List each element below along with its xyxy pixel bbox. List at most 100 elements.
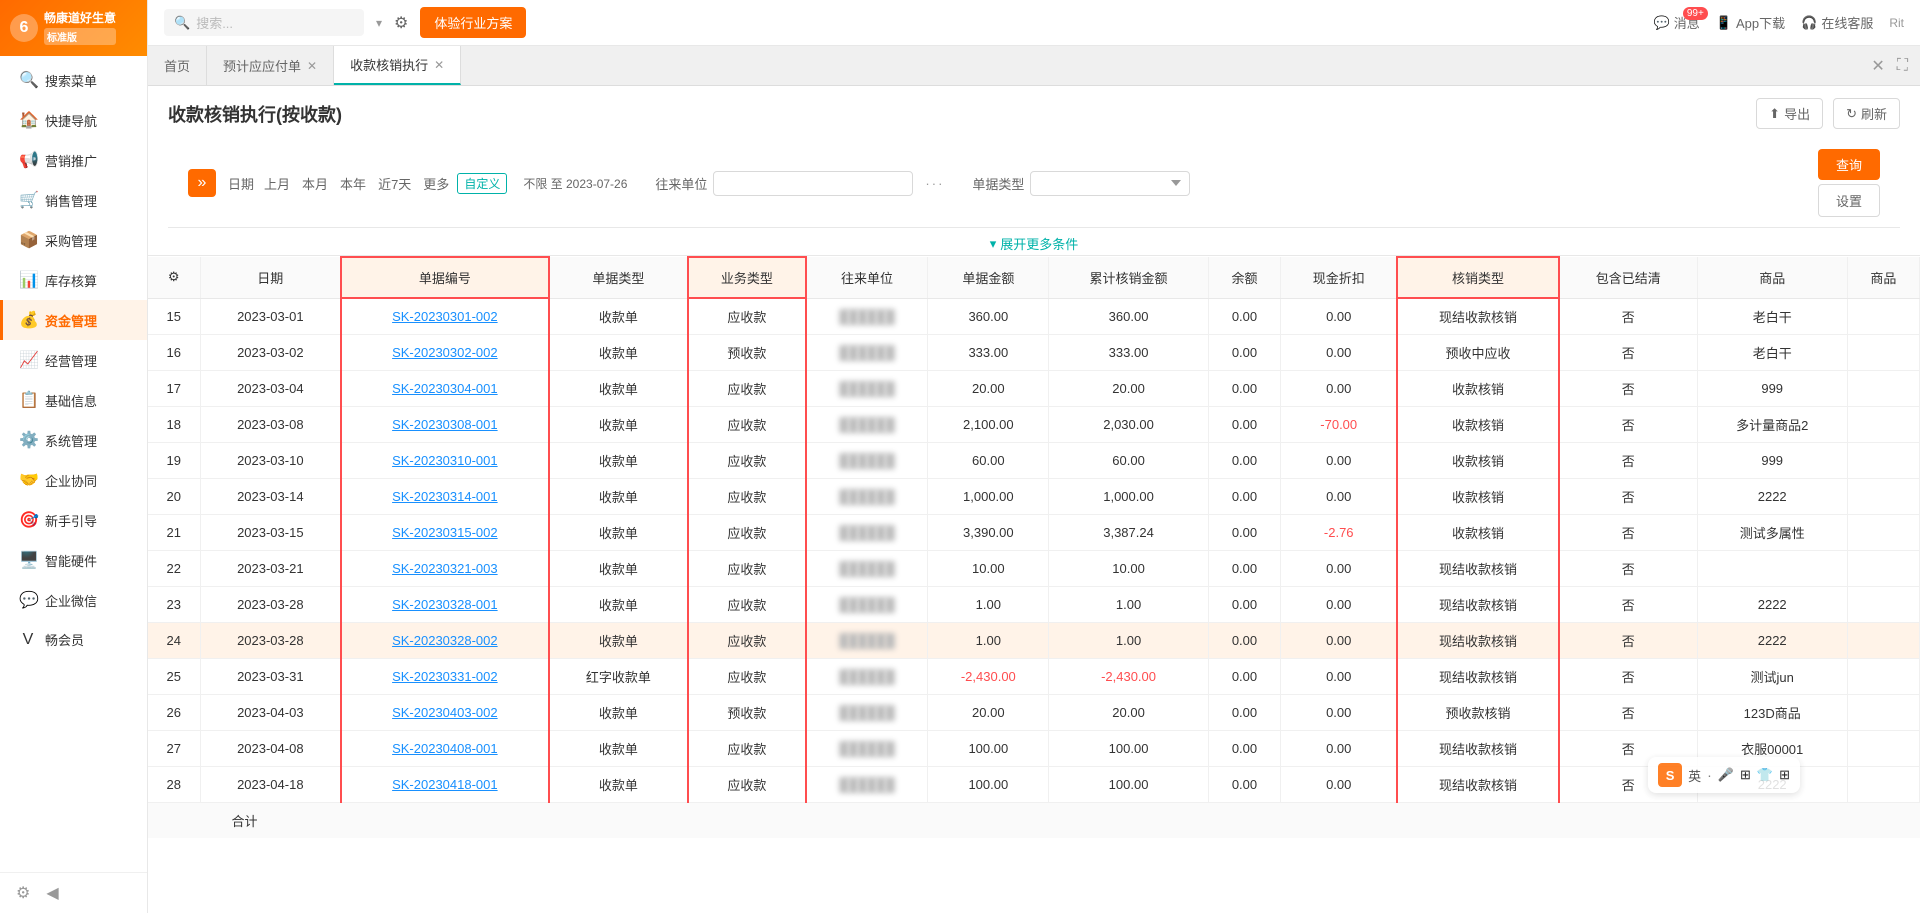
filter-expand-button[interactable]: » bbox=[188, 169, 216, 197]
tab-prepay[interactable]: 预计应应付单 ✕ bbox=[207, 46, 334, 85]
cell-doc-type: 收款单 bbox=[549, 335, 688, 371]
cell-partner: ██████ bbox=[806, 731, 928, 767]
footer-doc-no bbox=[341, 803, 549, 839]
industry-button[interactable]: 体验行业方案 bbox=[420, 7, 526, 38]
filter-expand-more-row[interactable]: ▾ 展开更多条件 bbox=[168, 228, 1900, 255]
cell-doc-no[interactable]: SK-20230304-001 bbox=[341, 371, 549, 407]
filter-date-lastmonth[interactable]: 上月 bbox=[260, 172, 294, 195]
cell-doc-no[interactable]: SK-20230328-001 bbox=[341, 587, 549, 623]
sidebar-label-inventory: 库存核算 bbox=[45, 271, 97, 290]
sidebar-item-marketing[interactable]: 📢 营销推广 bbox=[0, 140, 147, 180]
table-row[interactable]: 20 2023-03-14 SK-20230314-001 收款单 应收款 ██… bbox=[148, 479, 1920, 515]
table-row[interactable]: 27 2023-04-08 SK-20230408-001 收款单 应收款 ██… bbox=[148, 731, 1920, 767]
filter-date-custom[interactable]: 自定义 bbox=[457, 173, 507, 194]
sidebar-item-purchase[interactable]: 📦 采购管理 bbox=[0, 220, 147, 260]
sidebar-label-wechat: 企业微信 bbox=[45, 591, 97, 610]
cell-amount: 1.00 bbox=[928, 587, 1049, 623]
cell-goods: 多计量商品2 bbox=[1697, 407, 1847, 443]
cell-doc-no[interactable]: SK-20230408-001 bbox=[341, 731, 549, 767]
cell-doc-no[interactable]: SK-20230302-002 bbox=[341, 335, 549, 371]
cell-doc-no[interactable]: SK-20230403-002 bbox=[341, 695, 549, 731]
sidebar-item-sales[interactable]: 🛒 销售管理 bbox=[0, 180, 147, 220]
table-row[interactable]: 26 2023-04-03 SK-20230403-002 收款单 预收款 ██… bbox=[148, 695, 1920, 731]
tab-collection-close[interactable]: ✕ bbox=[434, 58, 444, 72]
export-button[interactable]: ⬆ 导出 bbox=[1756, 98, 1823, 129]
sidebar-label-guide: 新手引导 bbox=[45, 511, 97, 530]
tab-prepay-close[interactable]: ✕ bbox=[307, 59, 317, 73]
table-row[interactable]: 25 2023-03-31 SK-20230331-002 红字收款单 应收款 … bbox=[148, 659, 1920, 695]
filter-date-7days[interactable]: 近7天 bbox=[374, 172, 415, 195]
sidebar-item-system[interactable]: ⚙️ 系统管理 bbox=[0, 420, 147, 460]
sidebar-item-guide[interactable]: 🎯 新手引导 bbox=[0, 500, 147, 540]
cell-balance: 0.00 bbox=[1208, 479, 1280, 515]
sidebar-item-quicknav[interactable]: 🏠 快捷导航 bbox=[0, 100, 147, 140]
table-row[interactable]: 18 2023-03-08 SK-20230308-001 收款单 应收款 ██… bbox=[148, 407, 1920, 443]
cell-doc-no[interactable]: SK-20230328-002 bbox=[341, 623, 549, 659]
app-download-button[interactable]: 📱 App下载 bbox=[1716, 13, 1785, 32]
filter-date-thisyear[interactable]: 本年 bbox=[336, 172, 370, 195]
sidebar-icon-corp: 🤝 bbox=[19, 470, 37, 490]
cell-amount: 360.00 bbox=[928, 298, 1049, 335]
cell-partner: ██████ bbox=[806, 551, 928, 587]
cell-doc-no[interactable]: SK-20230315-002 bbox=[341, 515, 549, 551]
sidebar-item-corp[interactable]: 🤝 企业协同 bbox=[0, 460, 147, 500]
cell-include-settled: 否 bbox=[1559, 551, 1698, 587]
sidebar-icon-hardware: 🖥️ bbox=[19, 550, 37, 570]
sidebar-item-search[interactable]: 🔍 搜索菜单 bbox=[0, 60, 147, 100]
table-area[interactable]: ⚙ 日期 单据编号 单据类型 业务类型 往来单位 单据金额 累计核销金额 余额 … bbox=[148, 256, 1920, 913]
table-row[interactable]: 22 2023-03-21 SK-20230321-003 收款单 应收款 ██… bbox=[148, 551, 1920, 587]
sidebar-item-finance[interactable]: 💰 资金管理 bbox=[0, 300, 147, 340]
cell-doc-no[interactable]: SK-20230308-001 bbox=[341, 407, 549, 443]
cell-doc-no[interactable]: SK-20230321-003 bbox=[341, 551, 549, 587]
table-row[interactable]: 28 2023-04-18 SK-20230418-001 收款单 应收款 ██… bbox=[148, 767, 1920, 803]
cell-doc-no[interactable]: SK-20230314-001 bbox=[341, 479, 549, 515]
filter-settings-button[interactable]: 设置 bbox=[1818, 184, 1880, 217]
cell-goods2 bbox=[1847, 515, 1919, 551]
col-partner: 往来单位 bbox=[806, 257, 928, 298]
main-area: 🔍 搜索... ▾ ⚙ 体验行业方案 💬 消息 99+ 📱 App下载 🎧 在线… bbox=[148, 0, 1920, 913]
table-row[interactable]: 16 2023-03-02 SK-20230302-002 收款单 预收款 ██… bbox=[148, 335, 1920, 371]
cell-cash-discount: 0.00 bbox=[1281, 695, 1398, 731]
table-row[interactable]: 24 2023-03-28 SK-20230328-002 收款单 应收款 ██… bbox=[148, 623, 1920, 659]
topbar-search[interactable]: 🔍 搜索... bbox=[164, 9, 364, 36]
cell-doc-no[interactable]: SK-20230310-001 bbox=[341, 443, 549, 479]
logo-title: 畅康道好生意 bbox=[44, 11, 116, 25]
filter-date-thismonth[interactable]: 本月 bbox=[298, 172, 332, 195]
sidebar-label-quicknav: 快捷导航 bbox=[45, 111, 97, 130]
cell-doc-no[interactable]: SK-20230331-002 bbox=[341, 659, 549, 695]
filter-doctype-select[interactable] bbox=[1030, 171, 1190, 196]
sidebar-item-wechat[interactable]: 💬 企业微信 bbox=[0, 580, 147, 620]
table-row[interactable]: 23 2023-03-28 SK-20230328-001 收款单 应收款 ██… bbox=[148, 587, 1920, 623]
cell-doc-no[interactable]: SK-20230418-001 bbox=[341, 767, 549, 803]
refresh-button[interactable]: ↻ 刷新 bbox=[1833, 98, 1900, 129]
sidebar-item-inventory[interactable]: 📊 库存核算 bbox=[0, 260, 147, 300]
cell-doc-no[interactable]: SK-20230301-002 bbox=[341, 298, 549, 335]
maximize-icon[interactable]: ⛶ bbox=[1897, 57, 1908, 75]
table-row[interactable]: 17 2023-03-04 SK-20230304-001 收款单 应收款 ██… bbox=[148, 371, 1920, 407]
message-button[interactable]: 💬 消息 99+ bbox=[1654, 13, 1700, 32]
col-gear[interactable]: ⚙ bbox=[148, 257, 200, 298]
table-row[interactable]: 19 2023-03-10 SK-20230310-001 收款单 应收款 ██… bbox=[148, 443, 1920, 479]
sidebar-item-operation[interactable]: 📈 经营管理 bbox=[0, 340, 147, 380]
tab-collection[interactable]: 收款核销执行 ✕ bbox=[334, 46, 461, 85]
settings-bottom-icon[interactable]: ⚙ bbox=[16, 883, 30, 903]
cell-amount: 3,390.00 bbox=[928, 515, 1049, 551]
filter-partner-input[interactable] bbox=[713, 171, 913, 196]
collapse-icon[interactable]: ◀ bbox=[46, 883, 58, 903]
topbar-gear-icon[interactable]: ⚙ bbox=[394, 13, 408, 33]
query-button[interactable]: 查询 bbox=[1818, 149, 1880, 180]
tab-home[interactable]: 首页 bbox=[148, 46, 207, 85]
table-row[interactable]: 21 2023-03-15 SK-20230315-002 收款单 应收款 ██… bbox=[148, 515, 1920, 551]
sidebar-item-member[interactable]: V 畅会员 bbox=[0, 620, 147, 659]
col-accum-cancel: 累计核销金额 bbox=[1049, 257, 1209, 298]
sidebar-item-base[interactable]: 📋 基础信息 bbox=[0, 380, 147, 420]
sidebar-label-purchase: 采购管理 bbox=[45, 231, 97, 250]
filter-date-more[interactable]: 更多 bbox=[419, 172, 453, 195]
close-window-icon[interactable]: ✕ bbox=[1871, 56, 1884, 76]
tabbar-actions: ✕ ⛶ bbox=[1859, 46, 1920, 85]
sidebar-item-hardware[interactable]: 🖥️ 智能硬件 bbox=[0, 540, 147, 580]
cell-cancel-type: 现结收款核销 bbox=[1397, 298, 1558, 335]
table-row[interactable]: 15 2023-03-01 SK-20230301-002 收款单 应收款 ██… bbox=[148, 298, 1920, 335]
online-service-button[interactable]: 🎧 在线客服 bbox=[1801, 13, 1873, 32]
cell-doc-type: 收款单 bbox=[549, 587, 688, 623]
